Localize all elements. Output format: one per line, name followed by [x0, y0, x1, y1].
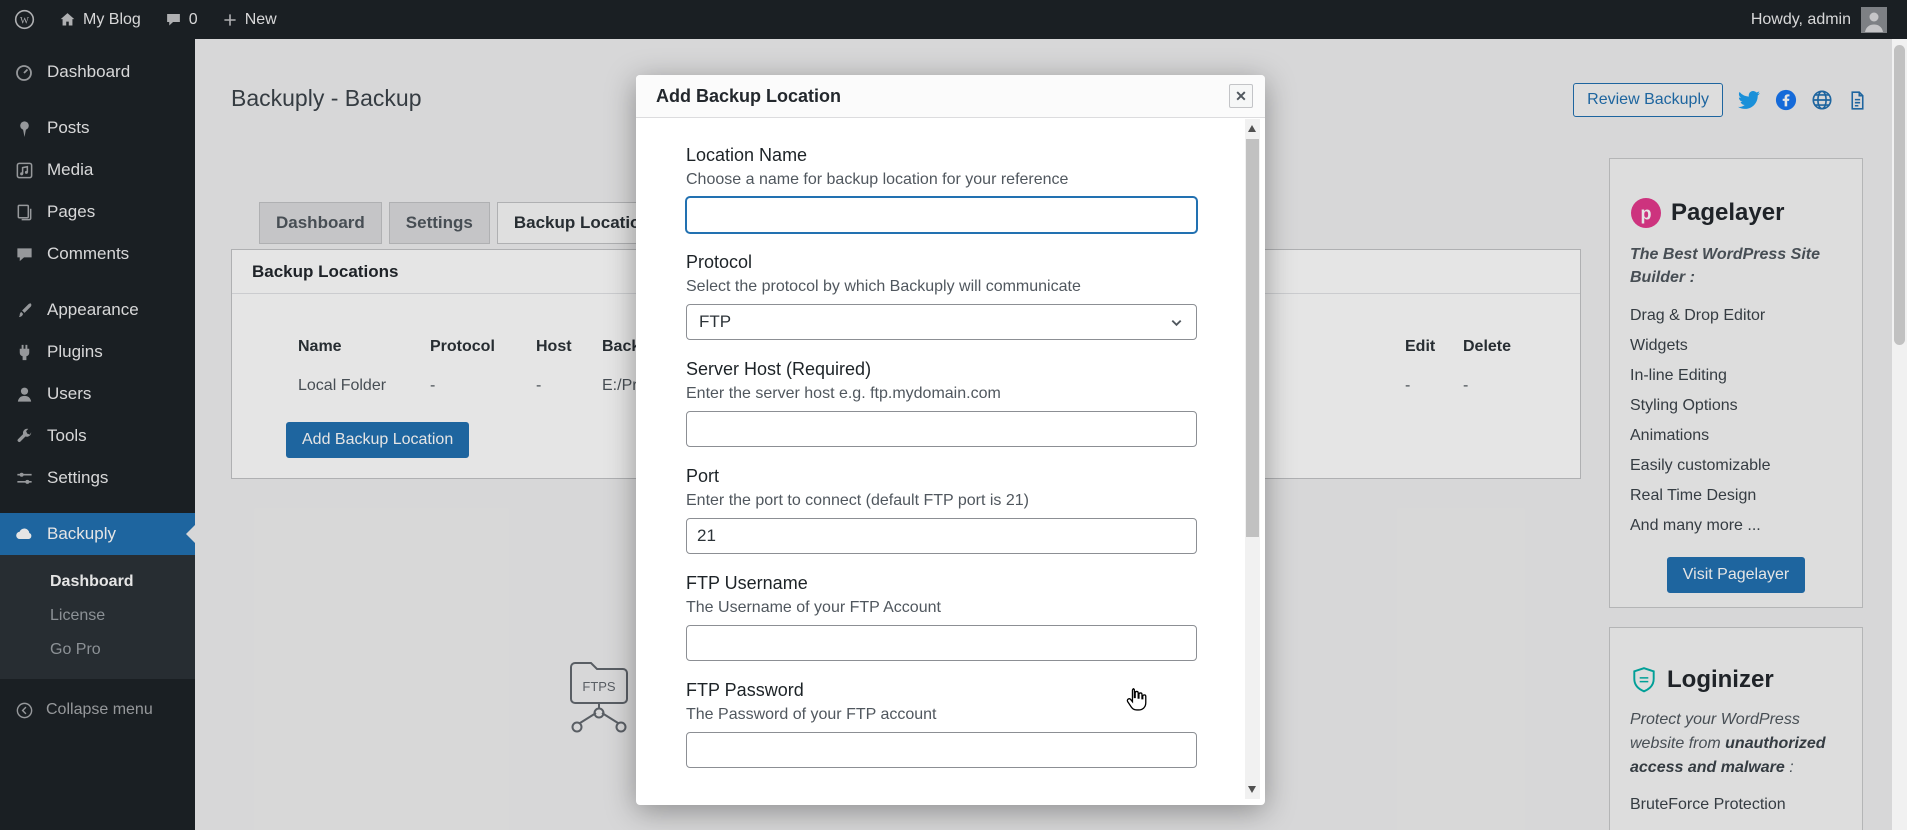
field-label: Port: [686, 466, 720, 486]
ftp-username-input[interactable]: [686, 625, 1197, 661]
field-ftp-username: FTP Username The Username of your FTP Ac…: [686, 573, 1197, 661]
field-label: FTP Password: [686, 680, 804, 700]
field-description: Enter the server host e.g. ftp.mydomain.…: [686, 385, 1001, 402]
field-ftp-password: FTP Password The Password of your FTP ac…: [686, 680, 1197, 768]
chevron-down-icon: [1169, 315, 1184, 330]
modal-title: Add Backup Location: [656, 85, 842, 106]
ftp-password-input[interactable]: [686, 732, 1197, 768]
close-icon[interactable]: ✕: [1229, 84, 1253, 108]
modal-header: Add Backup Location ✕: [636, 75, 1265, 118]
field-label: Location Name: [686, 145, 808, 165]
field-description: Enter the port to connect (default FTP p…: [686, 492, 1029, 509]
field-location-name: Location Name Choose a name for backup l…: [686, 145, 1197, 233]
field-description: Choose a name for backup location for yo…: [686, 171, 1069, 188]
page-scrollbar[interactable]: [1892, 39, 1907, 830]
field-label: Server Host (Required): [686, 359, 872, 379]
field-description: The Password of your FTP account: [686, 706, 937, 723]
server-host-input[interactable]: [686, 411, 1197, 447]
field-server-host: Server Host (Required) Enter the server …: [686, 359, 1197, 447]
field-label: FTP Username: [686, 573, 808, 593]
location-name-input[interactable]: [686, 197, 1197, 233]
add-backup-location-modal: Add Backup Location ✕ Location Name Choo…: [636, 75, 1265, 805]
field-description: Select the protocol by which Backuply wi…: [686, 278, 1081, 295]
page-scrollbar-thumb[interactable]: [1894, 45, 1905, 345]
modal-body: Location Name Choose a name for backup l…: [636, 119, 1235, 805]
field-protocol: Protocol Select the protocol by which Ba…: [686, 252, 1197, 340]
scroll-up-arrow-icon[interactable]: [1248, 125, 1256, 132]
port-input[interactable]: [686, 518, 1197, 554]
field-port: Port Enter the port to connect (default …: [686, 466, 1197, 554]
modal-scrollbar-thumb[interactable]: [1246, 139, 1259, 537]
protocol-select-value: FTP: [699, 312, 732, 331]
field-description: The Username of your FTP Account: [686, 599, 941, 616]
protocol-select[interactable]: FTP: [686, 304, 1197, 340]
field-label: Protocol: [686, 252, 753, 272]
modal-scrollbar[interactable]: [1245, 119, 1260, 799]
scroll-down-arrow-icon[interactable]: [1248, 786, 1256, 793]
